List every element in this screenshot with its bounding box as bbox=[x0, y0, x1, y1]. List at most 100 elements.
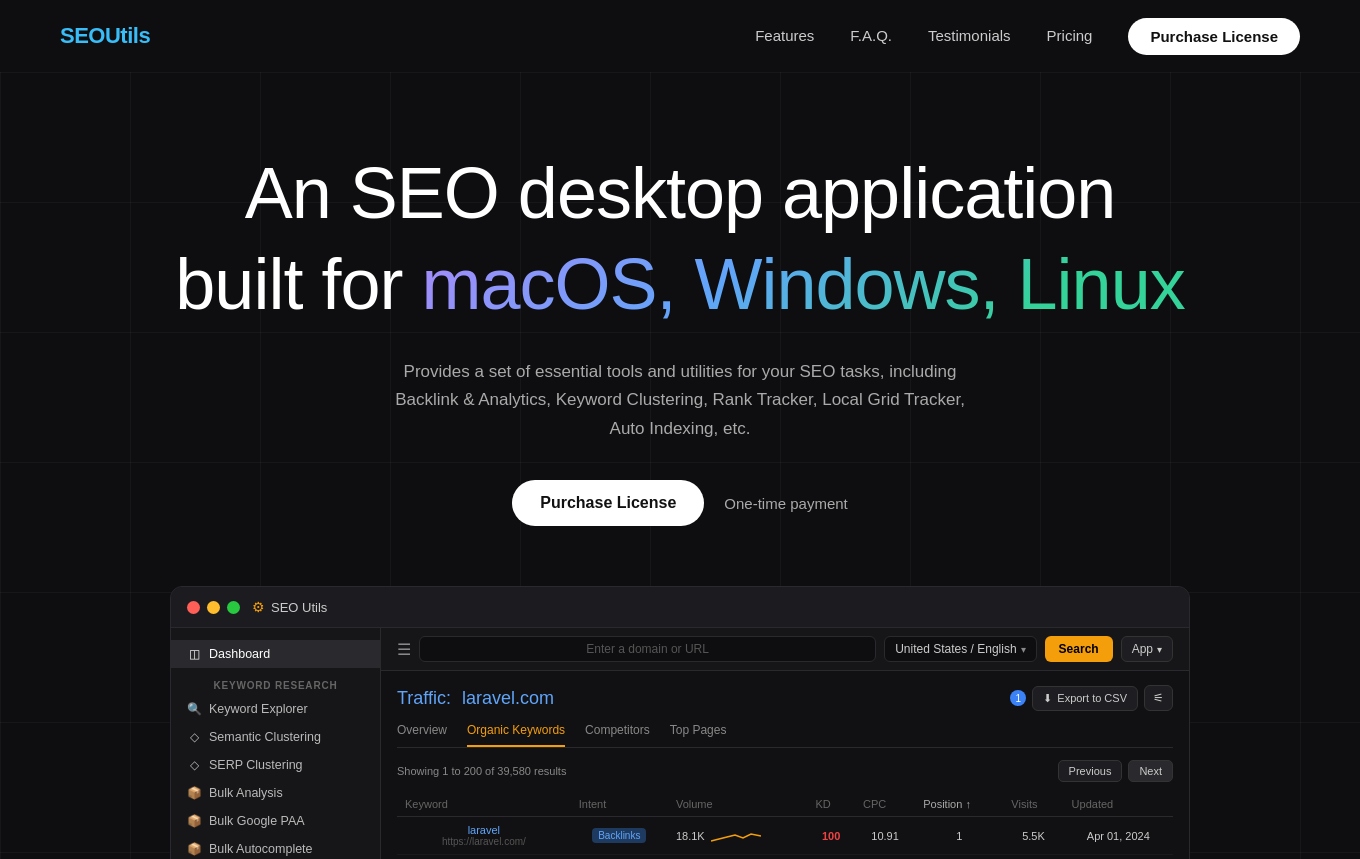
keyword-url[interactable]: https://laravel.com/ bbox=[405, 836, 563, 847]
bulk-analysis-icon: 📦 bbox=[187, 786, 201, 800]
keyword-cell: forge laravel https://forge.laravel.com/ bbox=[397, 855, 571, 859]
window-title-text: SEO Utils bbox=[271, 600, 327, 615]
hero-cta-note: One-time payment bbox=[724, 495, 847, 512]
logo-seo: SEO bbox=[60, 23, 105, 48]
export-wrapper: 1 ⬇ Export to CSV ⚟ bbox=[1010, 685, 1173, 711]
nav-faq[interactable]: F.A.Q. bbox=[850, 27, 892, 45]
sidebar-serp-clustering[interactable]: ◇ SERP Clustering bbox=[171, 751, 380, 779]
sidebar-semantic-clustering[interactable]: ◇ Semantic Clustering bbox=[171, 723, 380, 751]
keyword-explorer-label: Keyword Explorer bbox=[209, 702, 308, 716]
sidebar-bulk-analysis[interactable]: 📦 Bulk Analysis bbox=[171, 779, 380, 807]
results-info: Showing 1 to 200 of 39,580 results Previ… bbox=[397, 760, 1173, 782]
download-icon: ⬇ bbox=[1043, 692, 1052, 705]
hero-purchase-button[interactable]: Purchase License bbox=[512, 480, 704, 526]
app-main: ☰ Enter a domain or URL United States / … bbox=[381, 628, 1189, 859]
traffic-domain: laravel.com bbox=[462, 688, 554, 708]
visits-cell: 486 bbox=[1003, 855, 1063, 859]
tl-yellow[interactable] bbox=[207, 601, 220, 614]
col-keyword[interactable]: Keyword bbox=[397, 792, 571, 817]
app-btn-label: App bbox=[1132, 642, 1153, 656]
tab-top-pages[interactable]: Top Pages bbox=[670, 723, 727, 747]
sidebar-keyword-explorer[interactable]: 🔍 Keyword Explorer bbox=[171, 695, 380, 723]
dashboard-icon: ◫ bbox=[187, 647, 201, 661]
export-csv-button[interactable]: ⬇ Export to CSV bbox=[1032, 686, 1138, 711]
col-visits[interactable]: Visits bbox=[1003, 792, 1063, 817]
volume-cell: 1.6K bbox=[668, 855, 807, 859]
export-label: Export to CSV bbox=[1057, 692, 1127, 704]
hero-content: An SEO desktop application built for mac… bbox=[20, 152, 1340, 859]
nav-links: Features F.A.Q. Testimonials Pricing Pur… bbox=[755, 18, 1300, 55]
location-select[interactable]: United States / English ▾ bbox=[884, 636, 1036, 662]
position-cell: 1 bbox=[915, 817, 1003, 855]
sidebar-dashboard[interactable]: ◫ Dashboard bbox=[171, 640, 380, 668]
nav-purchase-cta[interactable]: Purchase License bbox=[1128, 18, 1300, 55]
bulk-autocomplete-label: Bulk Autocomplete bbox=[209, 842, 313, 856]
domain-placeholder: Enter a domain or URL bbox=[586, 642, 709, 656]
position-cell: 1 bbox=[915, 855, 1003, 859]
data-table: Keyword Intent Volume KD CPC Position ↑ … bbox=[397, 792, 1173, 859]
col-kd[interactable]: KD bbox=[807, 792, 855, 817]
search-button[interactable]: Search bbox=[1045, 636, 1113, 662]
menu-icon[interactable]: ☰ bbox=[397, 640, 411, 659]
col-intent[interactable]: Intent bbox=[571, 792, 668, 817]
domain-input[interactable]: Enter a domain or URL bbox=[419, 636, 876, 662]
window-title: ⚙ SEO Utils bbox=[252, 599, 327, 615]
keyword-cell: laravel https://laravel.com/ bbox=[397, 817, 571, 855]
hero-title-gradient: macOS, Windows, Linux bbox=[421, 244, 1184, 324]
results-count: Showing 1 to 200 of 39,580 results bbox=[397, 765, 566, 777]
traffic-lights bbox=[187, 601, 240, 614]
bulk-autocomplete-icon: 📦 bbox=[187, 842, 201, 856]
chevron-down-icon-app: ▾ bbox=[1157, 644, 1162, 655]
col-updated[interactable]: Updated bbox=[1064, 792, 1173, 817]
nav-testimonials[interactable]: Testimonials bbox=[928, 27, 1011, 45]
col-volume[interactable]: Volume bbox=[668, 792, 807, 817]
serp-clustering-label: SERP Clustering bbox=[209, 758, 303, 772]
visits-cell: 5.5K bbox=[1003, 817, 1063, 855]
keyword-text[interactable]: laravel bbox=[405, 824, 563, 836]
sidebar-bulk-autocomplete[interactable]: 📦 Bulk Autocomplete bbox=[171, 835, 380, 859]
col-cpc[interactable]: CPC bbox=[855, 792, 915, 817]
filter-button[interactable]: ⚟ bbox=[1144, 685, 1173, 711]
sidebar-dashboard-label: Dashboard bbox=[209, 647, 270, 661]
app-topbar: ☰ Enter a domain or URL United States / … bbox=[381, 628, 1189, 671]
kd-value: 100 bbox=[822, 830, 840, 842]
col-position[interactable]: Position ↑ bbox=[915, 792, 1003, 817]
window-chrome: ⚙ SEO Utils bbox=[171, 587, 1189, 628]
nav-pricing[interactable]: Pricing bbox=[1047, 27, 1093, 45]
serp-icon: ◇ bbox=[187, 758, 201, 772]
notification-badge: 1 bbox=[1010, 690, 1026, 706]
hero-cta: Purchase License One-time payment bbox=[20, 480, 1340, 526]
content-tabs: Overview Organic Keywords Competitors To… bbox=[397, 723, 1173, 748]
app-screenshot: ⚙ SEO Utils ◫ Dashboard KEYWORD RESEARCH… bbox=[170, 586, 1190, 859]
nav-features[interactable]: Features bbox=[755, 27, 814, 45]
tab-overview[interactable]: Overview bbox=[397, 723, 447, 747]
volume-cell: 18.1K bbox=[668, 817, 807, 855]
filter-icon: ⚟ bbox=[1153, 691, 1164, 705]
tl-green[interactable] bbox=[227, 601, 240, 614]
updated-cell: Apr 03, 2024 bbox=[1064, 855, 1173, 859]
semantic-icon: ◇ bbox=[187, 730, 201, 744]
prev-page-button[interactable]: Previous bbox=[1058, 760, 1123, 782]
next-page-button[interactable]: Next bbox=[1128, 760, 1173, 782]
bulk-paa-icon: 📦 bbox=[187, 814, 201, 828]
table-header-row: Keyword Intent Volume KD CPC Position ↑ … bbox=[397, 792, 1173, 817]
app-sidebar: ◫ Dashboard KEYWORD RESEARCH 🔍 Keyword E… bbox=[171, 628, 381, 859]
intent-cell: Backlinks bbox=[571, 817, 668, 855]
traffic-label: Traffic: bbox=[397, 688, 451, 708]
chevron-down-icon: ▾ bbox=[1021, 644, 1026, 655]
tab-organic-keywords[interactable]: Organic Keywords bbox=[467, 723, 565, 747]
volume-value: 18.1K bbox=[676, 830, 705, 842]
tl-red[interactable] bbox=[187, 601, 200, 614]
bulk-analysis-label: Bulk Analysis bbox=[209, 786, 283, 800]
hero-title-line2: built for macOS, Windows, Linux bbox=[20, 243, 1340, 326]
intent-cell: Backlinks bbox=[571, 855, 668, 859]
sidebar-bulk-google-paa[interactable]: 📦 Bulk Google PAA bbox=[171, 807, 380, 835]
semantic-clustering-label: Semantic Clustering bbox=[209, 730, 321, 744]
bulk-paa-label: Bulk Google PAA bbox=[209, 814, 305, 828]
position-value: 1 bbox=[956, 830, 962, 842]
tab-competitors[interactable]: Competitors bbox=[585, 723, 650, 747]
sidebar-section-keyword: KEYWORD RESEARCH bbox=[171, 668, 380, 695]
app-menu-button[interactable]: App ▾ bbox=[1121, 636, 1173, 662]
logo[interactable]: SEOUtils bbox=[60, 23, 150, 49]
nav-purchase-button[interactable]: Purchase License bbox=[1128, 18, 1300, 55]
